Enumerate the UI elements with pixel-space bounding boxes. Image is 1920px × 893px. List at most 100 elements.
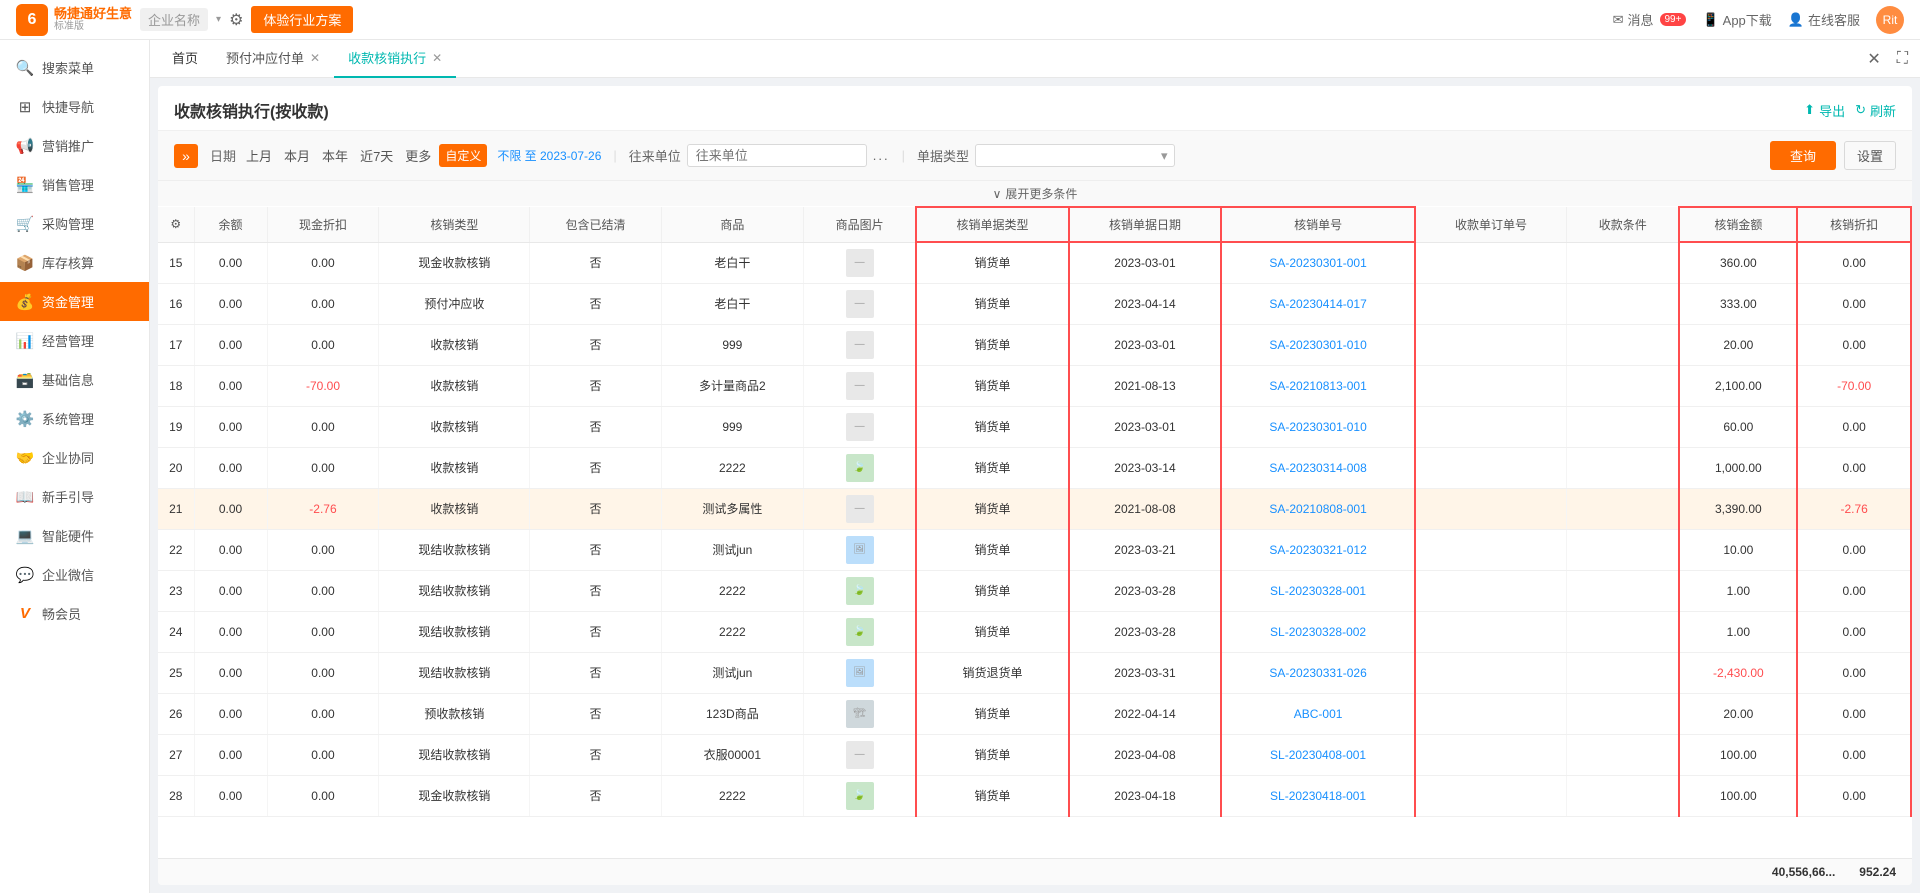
sidebar-item-system[interactable]: ⚙️ 系统管理: [0, 399, 149, 438]
counterparty-input[interactable]: [687, 144, 867, 167]
nav-icon: ⊞: [16, 98, 34, 116]
th-include-settled: 包含已结清: [530, 207, 661, 242]
sidebar-label-purchase: 采购管理: [42, 214, 94, 233]
sidebar-item-finance[interactable]: 💰 资金管理: [0, 282, 149, 321]
date-filter-group: 日期 上月 本月 本年 近7天 更多 自定义 不限 至 2023-07-26: [210, 144, 601, 167]
table-footer: 40,556,66... 952.24: [158, 858, 1912, 885]
cell-writeoff-amount: 3,390.00: [1679, 488, 1797, 529]
tab-close-all-button[interactable]: ✕: [1863, 49, 1884, 69]
sidebar-item-corp[interactable]: 🤝 企业协同: [0, 438, 149, 477]
main-content: 首页 预付冲应付单 ✕ 收款核销执行 ✕ ✕ ⛶ 收款核销执行(按收款): [150, 40, 1920, 893]
tab-collection[interactable]: 收款核销执行 ✕: [334, 40, 456, 78]
export-button[interactable]: ⬆ 导出: [1804, 101, 1845, 120]
cell-writeoff-doc-no[interactable]: SA-20230314-008: [1221, 447, 1415, 488]
expand-more-button[interactable]: ∨ 展开更多条件: [993, 185, 1078, 202]
cell-writeoff-doc-no[interactable]: SA-20230301-010: [1221, 324, 1415, 365]
cell-writeoff-doc-type: 销货退货单: [916, 652, 1069, 693]
th-settings[interactable]: ⚙: [158, 207, 194, 242]
date-more[interactable]: 更多: [401, 144, 435, 167]
sidebar-item-marketing[interactable]: 📢 营销推广: [0, 126, 149, 165]
cell-writeoff-doc-type: 销货单: [916, 693, 1069, 734]
cell-writeoff-amount: 1.00: [1679, 611, 1797, 652]
sidebar-item-inventory[interactable]: 📦 库存核算: [0, 243, 149, 282]
sidebar-item-business[interactable]: 📊 经营管理: [0, 321, 149, 360]
cell-writeoff-amount: -2,430.00: [1679, 652, 1797, 693]
cell-writeoff-doc-no[interactable]: SA-20210813-001: [1221, 365, 1415, 406]
cell-product: 2222: [661, 775, 803, 816]
cell-writeoff-doc-no[interactable]: SL-20230408-001: [1221, 734, 1415, 775]
th-cancel-type: 核销类型: [379, 207, 530, 242]
cell-product-img: —: [803, 324, 916, 365]
cell-product: 测试多属性: [661, 488, 803, 529]
inventory-icon: 📦: [16, 254, 34, 272]
sidebar-item-sales[interactable]: 🏪 销售管理: [0, 165, 149, 204]
app-download-item[interactable]: 📱 App下载: [1702, 10, 1771, 29]
sidebar-item-purchase[interactable]: 🛒 采购管理: [0, 204, 149, 243]
avatar[interactable]: Rit: [1876, 6, 1904, 34]
tab-home-label: 首页: [172, 48, 198, 67]
cell-collection-order-no: [1415, 447, 1567, 488]
cell-collection-order-no: [1415, 488, 1567, 529]
refresh-icon: ↻: [1855, 102, 1866, 118]
settings-icon[interactable]: ⚙: [229, 10, 243, 30]
cell-writeoff-doc-no[interactable]: ABC-001: [1221, 693, 1415, 734]
trial-button[interactable]: 体验行业方案: [251, 6, 353, 33]
date-this-month[interactable]: 本月: [280, 144, 314, 167]
date-7days[interactable]: 近7天: [356, 144, 397, 167]
cell-writeoff-doc-no[interactable]: SA-20230301-001: [1221, 242, 1415, 283]
sidebar-item-wechat[interactable]: 💬 企业微信: [0, 555, 149, 594]
cell-writeoff-doc-no[interactable]: SA-20230331-026: [1221, 652, 1415, 693]
cell-writeoff-discount: 0.00: [1797, 611, 1911, 652]
sidebar-item-guide[interactable]: 📖 新手引导: [0, 477, 149, 516]
cell-writeoff-doc-no[interactable]: SL-20230328-001: [1221, 570, 1415, 611]
cell-cash-discount: 0.00: [267, 324, 379, 365]
expand-more-icon: ∨: [993, 187, 1002, 201]
cell-writeoff-doc-no[interactable]: SL-20230418-001: [1221, 775, 1415, 816]
sales-icon: 🏪: [16, 176, 34, 194]
date-this-year[interactable]: 本年: [318, 144, 352, 167]
tab-home[interactable]: 首页: [158, 40, 212, 78]
cell-collection-condition: [1567, 570, 1680, 611]
cell-writeoff-amount: 100.00: [1679, 734, 1797, 775]
cell-writeoff-doc-no[interactable]: SA-20230321-012: [1221, 529, 1415, 570]
cell-product: 123D商品: [661, 693, 803, 734]
cell-cash-discount: 0.00: [267, 611, 379, 652]
sidebar-item-nav[interactable]: ⊞ 快捷导航: [0, 87, 149, 126]
filter-settings-button[interactable]: 设置: [1844, 141, 1896, 170]
table-row: 21 0.00 -2.76 收款核销 否 测试多属性 — 销货单 2021-08…: [158, 488, 1911, 529]
cell-writeoff-doc-no[interactable]: SA-20230301-010: [1221, 406, 1415, 447]
messages-item[interactable]: ✉ 消息 99+: [1613, 10, 1687, 29]
wechat-icon: 💬: [16, 566, 34, 584]
date-custom[interactable]: 自定义: [439, 144, 487, 167]
tab-prepay[interactable]: 预付冲应付单 ✕: [212, 40, 334, 78]
sidebar-label-wechat: 企业微信: [42, 565, 94, 584]
refresh-button[interactable]: ↻ 刷新: [1855, 101, 1896, 120]
logo-icon: 6: [16, 4, 48, 36]
cell-cancel-type: 现金收款核销: [379, 242, 530, 283]
date-prev-month[interactable]: 上月: [242, 144, 276, 167]
company-dropdown-icon[interactable]: ▾: [216, 14, 221, 25]
tab-collection-close[interactable]: ✕: [432, 51, 442, 65]
cell-writeoff-doc-no[interactable]: SA-20230414-017: [1221, 283, 1415, 324]
cell-cancel-type: 预收款核销: [379, 693, 530, 734]
cell-cancel-type: 预付冲应收: [379, 283, 530, 324]
sidebar-label-search: 搜索菜单: [42, 58, 94, 77]
cell-writeoff-doc-type: 销货单: [916, 242, 1069, 283]
query-button[interactable]: 查询: [1770, 141, 1836, 170]
sidebar-item-hardware[interactable]: 💻 智能硬件: [0, 516, 149, 555]
sidebar-item-basic[interactable]: 🗃️ 基础信息: [0, 360, 149, 399]
cell-include-settled: 否: [530, 775, 661, 816]
filter-expand-button[interactable]: »: [174, 144, 198, 168]
cell-writeoff-doc-no[interactable]: SA-20210808-001: [1221, 488, 1415, 529]
online-service-item[interactable]: 👤 在线客服: [1788, 10, 1860, 29]
sidebar-item-member[interactable]: V 畅会员: [0, 594, 149, 633]
tab-expand-button[interactable]: ⛶: [1893, 49, 1912, 69]
cell-cash-discount: 0.00: [267, 406, 379, 447]
marketing-icon: 📢: [16, 137, 34, 155]
doctype-select[interactable]: [975, 144, 1175, 167]
tab-prepay-close[interactable]: ✕: [310, 51, 320, 65]
cell-writeoff-doc-no[interactable]: SL-20230328-002: [1221, 611, 1415, 652]
cell-writeoff-doc-date: 2022-04-14: [1069, 693, 1222, 734]
sidebar-item-search[interactable]: 🔍 搜索菜单: [0, 48, 149, 87]
date-range: 不限 至 2023-07-26: [497, 147, 601, 164]
